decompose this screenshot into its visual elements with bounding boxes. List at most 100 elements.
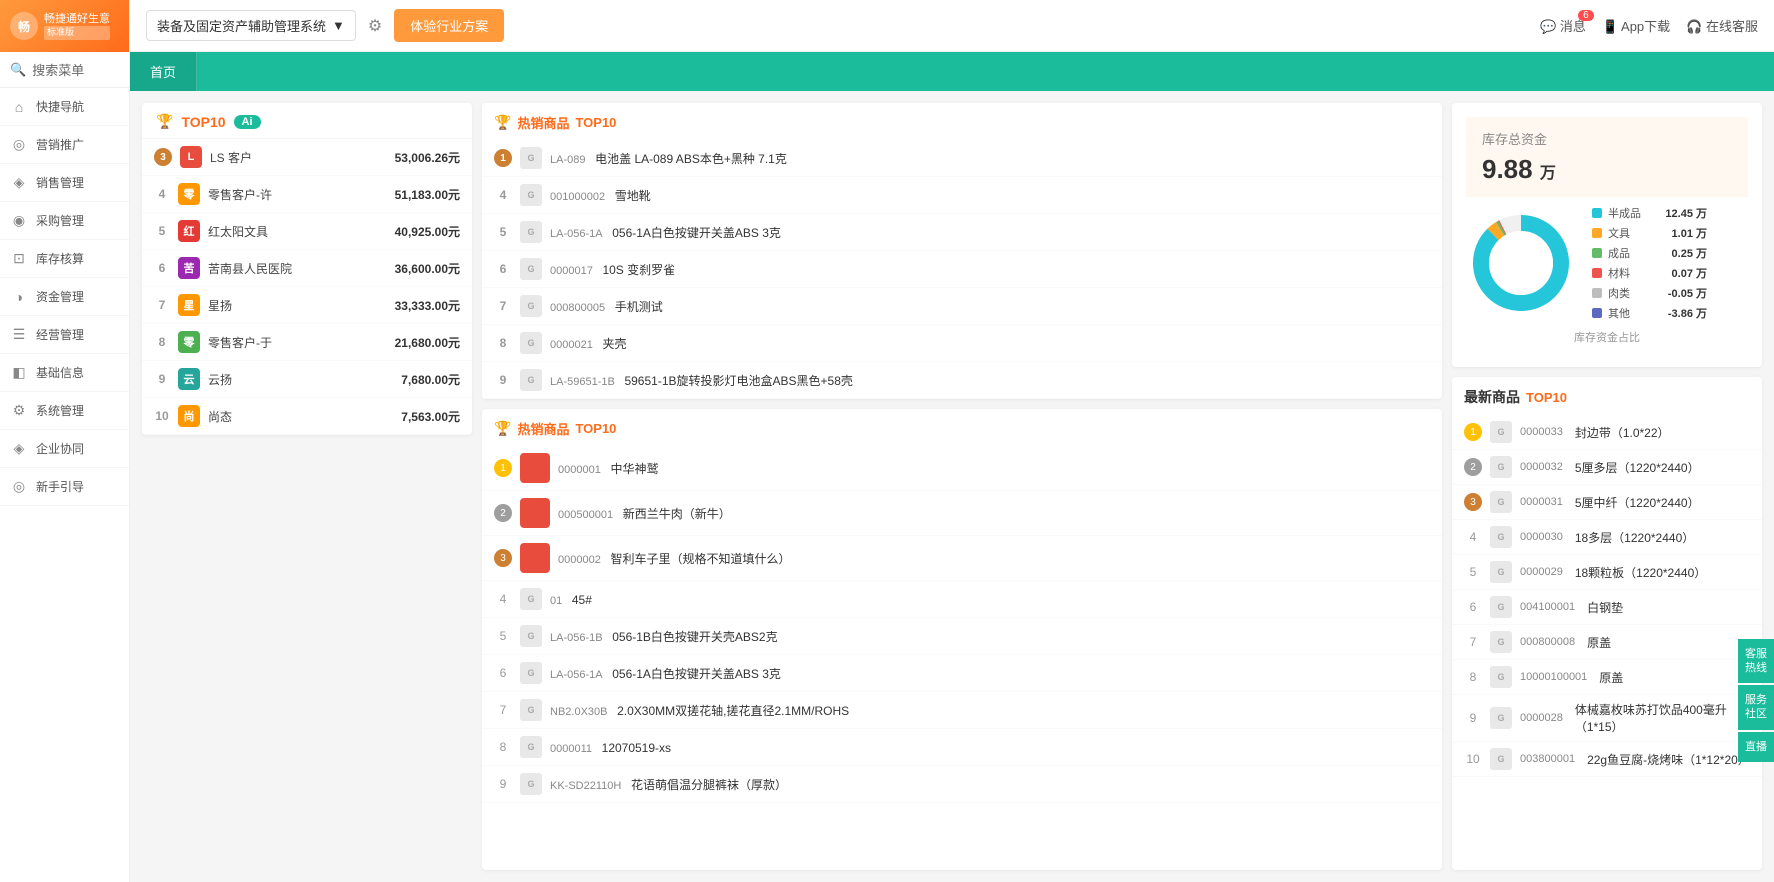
home-icon: ⌂ <box>10 99 28 115</box>
product-icon: G <box>1490 526 1512 548</box>
logo-icon: 畅 <box>10 12 38 40</box>
rank-number: 8 <box>1464 670 1482 684</box>
search-label: 搜索菜单 <box>32 60 84 79</box>
headset-icon: 🎧 <box>1686 19 1702 34</box>
rank-number: 8 <box>154 335 170 349</box>
top10-label: TOP10 <box>575 115 616 130</box>
sidebar-item-operations[interactable]: ☰ 经营管理 <box>0 316 129 354</box>
sidebar-item-quick-nav[interactable]: ⌂ 快捷导航 <box>0 88 129 126</box>
app-download-button[interactable]: 📱 App下载 <box>1602 16 1670 35</box>
product-code: 0000001 <box>558 464 601 476</box>
list-item: 6 G 004100001 白钢垫 <box>1452 590 1762 625</box>
operations-icon: ☰ <box>10 326 28 343</box>
search-menu[interactable]: 🔍 搜索菜单 <box>0 52 129 88</box>
sidebar-item-basic-info[interactable]: ◧ 基础信息 <box>0 354 129 392</box>
rank-number: 7 <box>494 703 512 717</box>
rank-number: 5 <box>494 629 512 643</box>
purchase-icon: ◉ <box>10 212 28 229</box>
system-selector[interactable]: 装备及固定资产辅助管理系统 ▼ <box>146 10 356 41</box>
customer-amount: 7,563.00元 <box>401 408 460 425</box>
sidebar-item-system[interactable]: ⚙ 系统管理 <box>0 392 129 430</box>
legend-value: 1.01 万 <box>1647 225 1707 241</box>
service-community-button[interactable]: 服务社区 <box>1738 685 1774 730</box>
nav-label: 系统管理 <box>36 402 84 419</box>
product-icon: G <box>1490 561 1512 583</box>
logo-badge: 标准版 <box>44 26 110 40</box>
product-icon: G <box>520 662 542 684</box>
product-code: LA-056-1B <box>550 632 603 644</box>
logo-text: 畅捷通好生意 标准版 <box>44 12 110 40</box>
product-icon: G <box>1490 748 1512 770</box>
product-icon: G <box>1490 421 1512 443</box>
tab-home[interactable]: 首页 <box>130 52 197 91</box>
list-item: 7 星 星扬 33,333.00元 <box>142 287 472 324</box>
list-item: 9 G KK-SD22110H 花语萌倡温分腿裤袜（厚款） <box>482 766 1442 803</box>
live-button[interactable]: 直播 <box>1738 732 1774 762</box>
sidebar-item-marketing[interactable]: ◎ 营销推广 <box>0 126 129 164</box>
sidebar-item-guide[interactable]: ◎ 新手引导 <box>0 468 129 506</box>
hot-products-top-card: 🏆 热销商品 TOP10 1 G LA-089 电池盖 LA-089 ABS本色… <box>482 103 1442 399</box>
online-service-button[interactable]: 🎧 在线客服 <box>1686 16 1758 35</box>
product-info: 000500001 新西兰牛肉（新牛） <box>558 505 731 522</box>
nav-label: 库存核算 <box>36 250 84 267</box>
rank-number: 5 <box>154 224 170 238</box>
top-customers-list: 3 L LS 客户 53,006.26元 4 零 零售客户-许 51,183.0… <box>142 139 472 435</box>
new-products-title: 最新商品 <box>1464 387 1520 407</box>
sidebar-item-sales[interactable]: ◈ 销售管理 <box>0 164 129 202</box>
rank-number: 10 <box>154 409 170 423</box>
product-code: 000800008 <box>1520 636 1575 648</box>
customer-name: 云扬 <box>208 371 393 388</box>
sales-icon: ◈ <box>10 174 28 191</box>
product-code: 001000002 <box>550 191 605 203</box>
customer-name: 红太阳文具 <box>208 223 387 240</box>
product-name: 18颗粒板（1220*2440） <box>1575 564 1706 581</box>
list-item: 5 G LA-056-1B 056-1B白色按键开关壳ABS2克 <box>482 618 1442 655</box>
list-item: 8 零 零售客户-于 21,680.00元 <box>142 324 472 361</box>
product-name: 12070519-xs <box>602 741 671 755</box>
product-code: 0000033 <box>1520 426 1563 438</box>
list-item: 3 L LS 客户 53,006.26元 <box>142 139 472 176</box>
product-icon: G <box>520 295 542 317</box>
settings-button[interactable]: ⚙ <box>368 16 382 36</box>
sidebar-item-enterprise[interactable]: ◈ 企业协同 <box>0 430 129 468</box>
customer-service-button[interactable]: 客服热线 <box>1738 639 1774 684</box>
message-button[interactable]: 💬 消息 6 <box>1540 16 1586 35</box>
top10-label: TOP10 <box>1526 390 1567 405</box>
list-item: 9 云 云扬 7,680.00元 <box>142 361 472 398</box>
customer-amount: 40,925.00元 <box>395 223 460 240</box>
rank-number: 1 <box>494 459 512 477</box>
legend-item: 文具 1.01 万 <box>1592 225 1707 241</box>
legend-dot <box>1592 228 1602 238</box>
rank-number: 8 <box>494 740 512 754</box>
inventory-unit: 万 <box>1540 165 1556 182</box>
search-icon: 🔍 <box>10 62 26 78</box>
nav-label: 企业协同 <box>36 440 84 457</box>
trial-button[interactable]: 体验行业方案 <box>394 9 504 42</box>
rank-number: 5 <box>494 225 512 239</box>
list-item: 4 G 01 45# <box>482 581 1442 618</box>
sidebar-item-purchase[interactable]: ◉ 采购管理 <box>0 202 129 240</box>
new-products-header: 最新商品 TOP10 <box>1452 377 1762 415</box>
product-name: 59651-1B旋转投影灯电池盒ABS黑色+58壳 <box>624 374 852 388</box>
product-name: 10S 变刹罗雀 <box>602 263 675 277</box>
product-image <box>520 453 550 483</box>
list-item: 3 0000002 智利车子里（规格不知道填什么） <box>482 536 1442 581</box>
list-item: 4 G 001000002 雪地靴 <box>482 177 1442 214</box>
nav-label: 资金管理 <box>36 288 84 305</box>
list-item: 5 G LA-056-1A 056-1A白色按键开关盖ABS 3克 <box>482 214 1442 251</box>
product-icon: G <box>520 221 542 243</box>
product-icon: G <box>520 184 542 206</box>
enterprise-icon: ◈ <box>10 440 28 457</box>
nav-label: 销售管理 <box>36 174 84 191</box>
product-name: 封边带（1.0*22） <box>1575 424 1670 441</box>
donut-chart-container: 半成品 12.45 万 文具 1.01 万 成品 0.25 万 <box>1466 197 1748 329</box>
sidebar-item-finance[interactable]: ◑ 资金管理 <box>0 278 129 316</box>
product-icon: G <box>520 147 542 169</box>
product-icon: G <box>1490 666 1512 688</box>
sidebar-item-inventory[interactable]: ⊡ 库存核算 <box>0 240 129 278</box>
ai-badge: Ai <box>234 115 261 129</box>
message-label: 消息 <box>1560 19 1586 34</box>
logo-title: 畅捷通好生意 <box>44 12 110 26</box>
inventory-title: 库存总资金 <box>1482 129 1732 148</box>
product-code: 0000011 <box>550 743 592 755</box>
